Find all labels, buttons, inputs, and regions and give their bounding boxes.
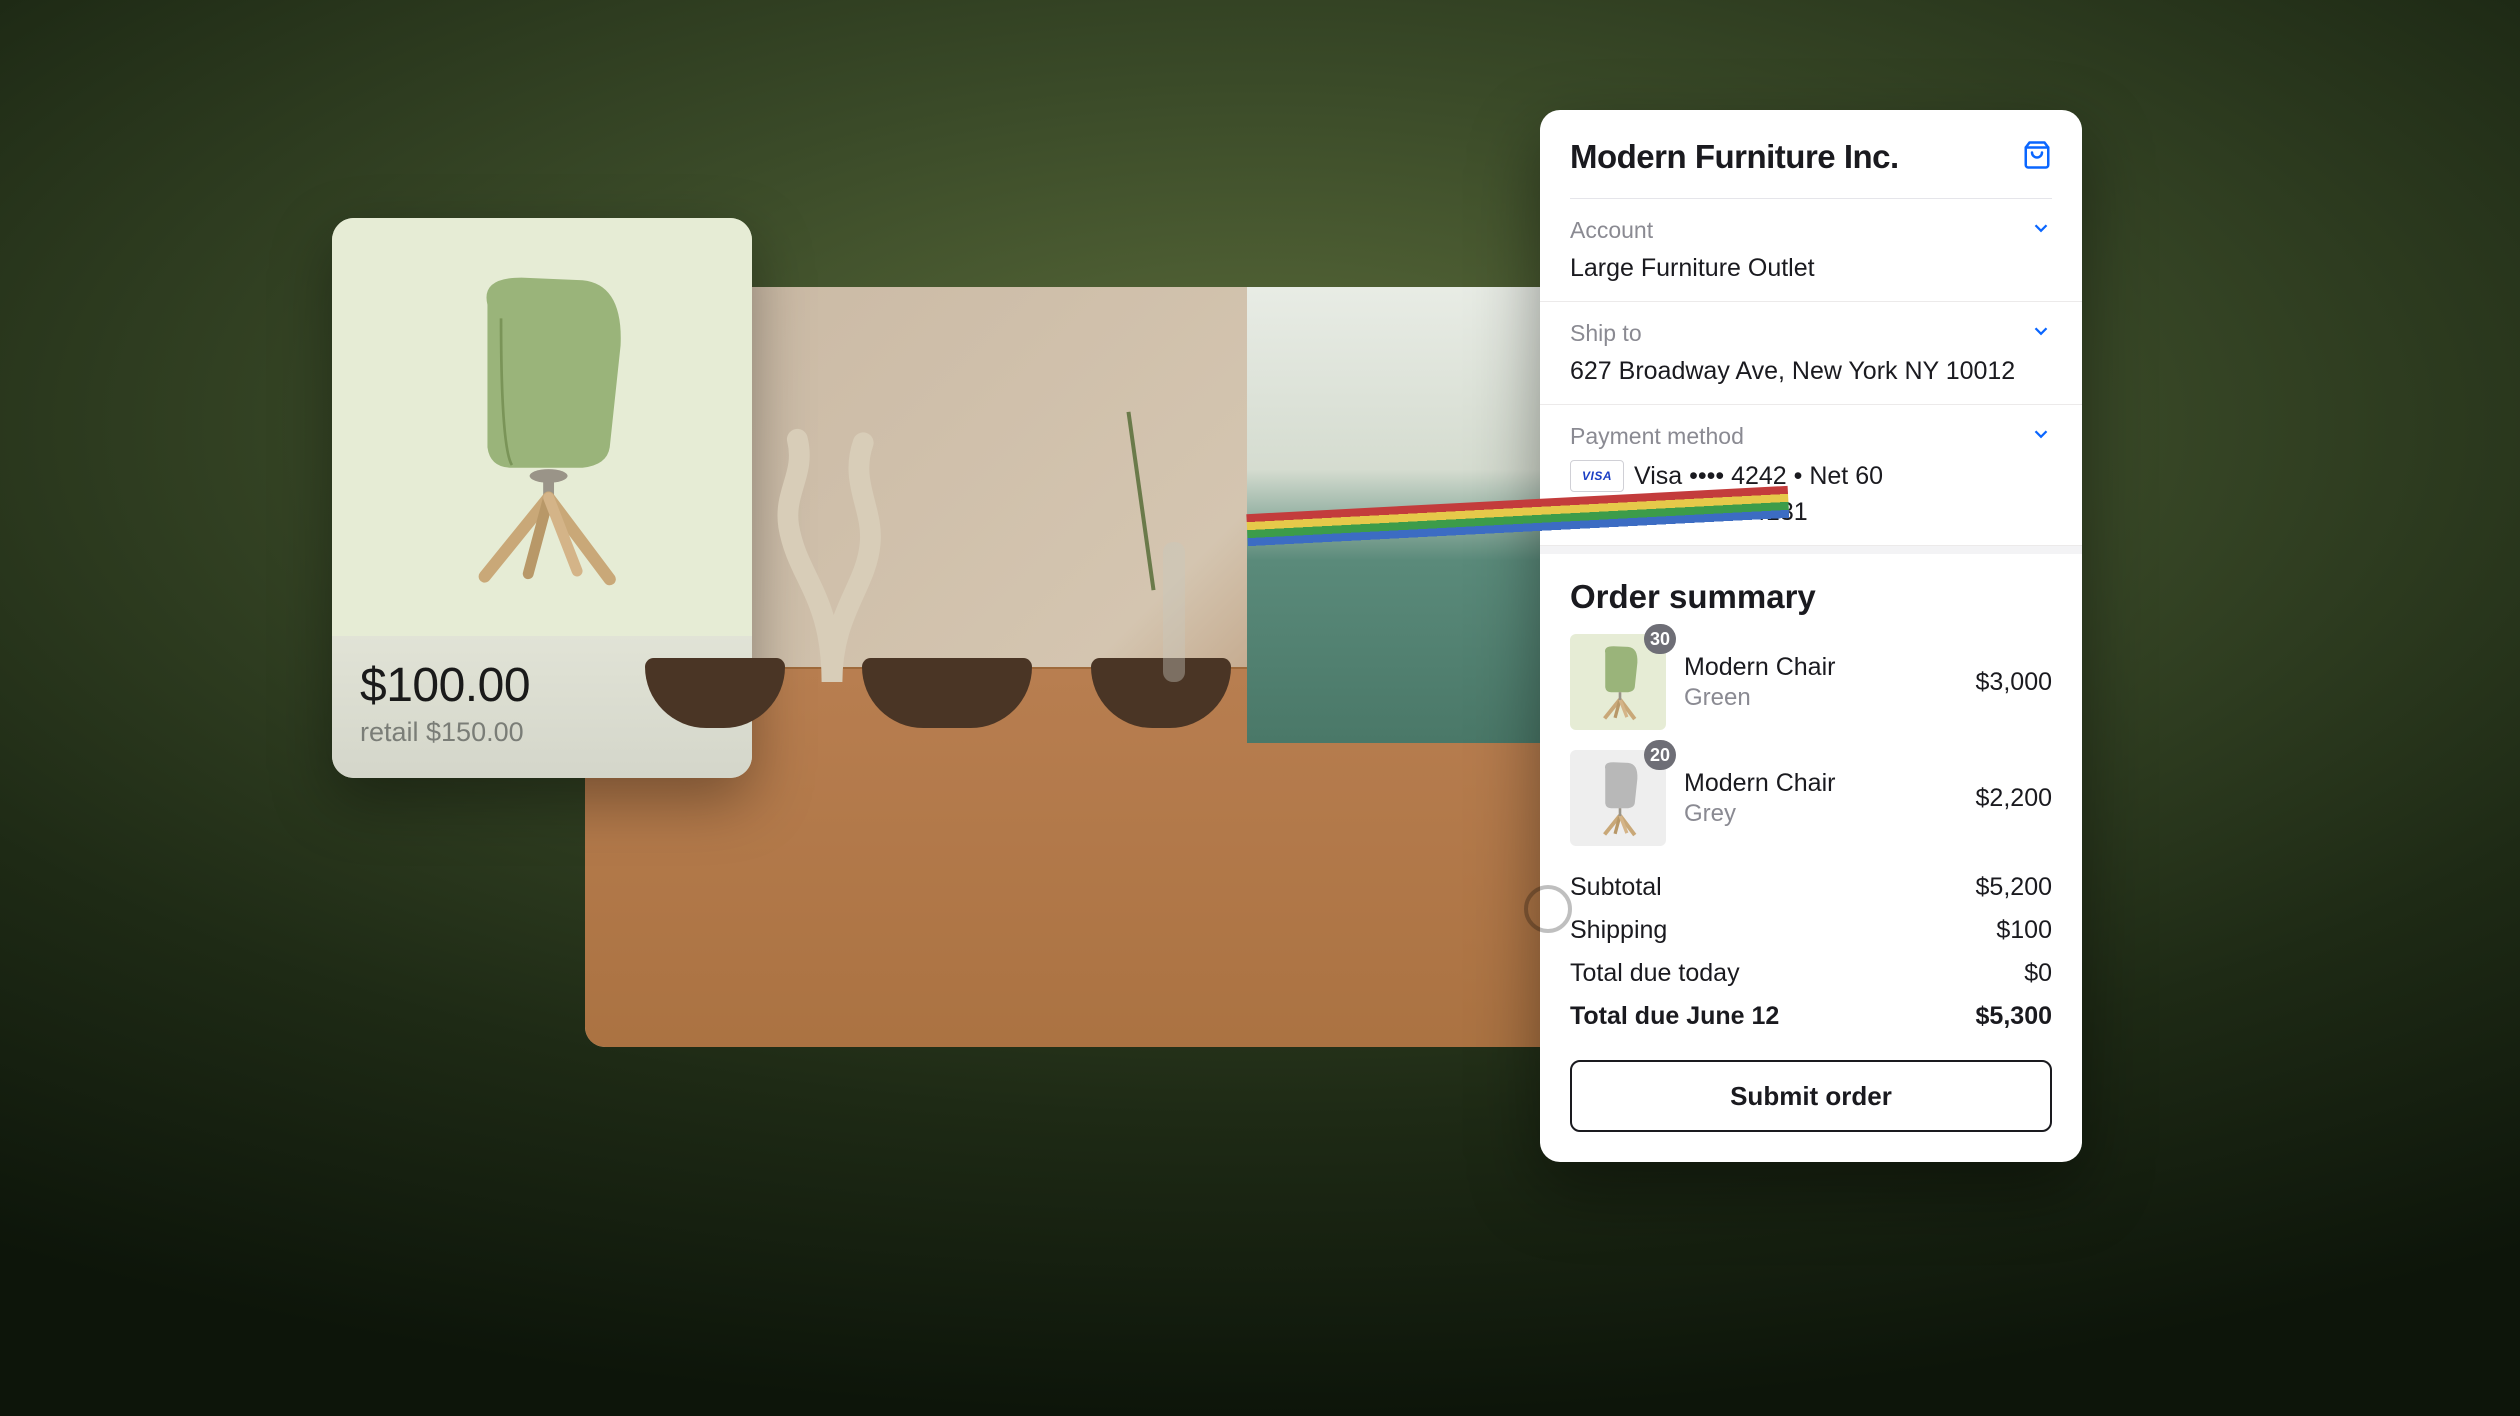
total-label: Total due today: [1570, 959, 1740, 988]
total-label: Total due June 12: [1570, 1002, 1779, 1031]
checkout-header: Modern Furniture Inc.: [1540, 110, 2082, 198]
payment-label: Payment method: [1570, 423, 1744, 450]
total-label: Shipping: [1570, 916, 1667, 945]
line-item-price: $3,000: [1976, 668, 2052, 697]
plant-branch: [1126, 412, 1155, 591]
chevron-down-icon: [2030, 423, 2052, 450]
line-item-name: Modern Chair: [1684, 653, 1958, 682]
line-item-variant: Grey: [1684, 800, 1958, 828]
line-item-thumbnail: 30: [1570, 634, 1666, 730]
quantity-badge: 20: [1644, 740, 1676, 770]
total-label: Subtotal: [1570, 873, 1662, 902]
ship-to-label: Ship to: [1570, 320, 1642, 347]
total-row: Shipping $100: [1570, 909, 2052, 952]
antler-sculpture: [742, 422, 922, 682]
product-retail-price: retail $150.00: [360, 717, 724, 748]
total-value: $5,200: [1976, 873, 2052, 902]
visa-card-icon: VISA: [1570, 460, 1624, 492]
chair-icon: [1579, 643, 1658, 722]
chevron-down-icon: [2030, 320, 2052, 347]
product-image: [332, 218, 752, 636]
merchant-name: Modern Furniture Inc.: [1570, 138, 1899, 176]
checkout-panel: Modern Furniture Inc. Account Large Furn…: [1540, 110, 2082, 1162]
vase: [1163, 542, 1185, 682]
total-row-due: Total due June 12 $5,300: [1570, 995, 2052, 1038]
line-item: 20 Modern Chair Grey $2,200: [1570, 750, 2052, 846]
total-value: $100: [1996, 916, 2052, 945]
chevron-down-icon: [2030, 217, 2052, 244]
total-row: Total due today $0: [1570, 952, 2052, 995]
quantity-badge: 30: [1644, 624, 1676, 654]
total-value: $5,300: [1976, 1002, 2052, 1031]
account-label: Account: [1570, 217, 1653, 244]
ship-to-value: 627 Broadway Ave, New York NY 10012: [1570, 357, 2052, 386]
account-value: Large Furniture Outlet: [1570, 254, 2052, 283]
line-item-name: Modern Chair: [1684, 769, 1958, 798]
account-section[interactable]: Account Large Furniture Outlet: [1540, 199, 2082, 302]
total-row: Subtotal $5,200: [1570, 866, 2052, 909]
ship-to-section[interactable]: Ship to 627 Broadway Ave, New York NY 10…: [1540, 302, 2082, 405]
submit-order-button[interactable]: Submit order: [1570, 1060, 2052, 1132]
order-summary: Order summary 30 Modern Chair Green $3,0…: [1540, 546, 2082, 1162]
line-item-thumbnail: 20: [1570, 750, 1666, 846]
line-item-price: $2,200: [1976, 784, 2052, 813]
chair-icon: [1579, 759, 1658, 838]
cabinet-knob: [1524, 885, 1572, 933]
chair-icon: [378, 264, 706, 590]
wooden-bowl: [1091, 658, 1231, 728]
line-item-variant: Green: [1684, 684, 1958, 712]
line-item: 30 Modern Chair Green $3,000: [1570, 634, 2052, 730]
order-summary-title: Order summary: [1570, 578, 2052, 616]
shopping-bag-icon[interactable]: [2022, 140, 2052, 175]
payment-card-text: Visa •••• 4242 • Net 60: [1634, 462, 1883, 491]
total-value: $0: [2024, 959, 2052, 988]
